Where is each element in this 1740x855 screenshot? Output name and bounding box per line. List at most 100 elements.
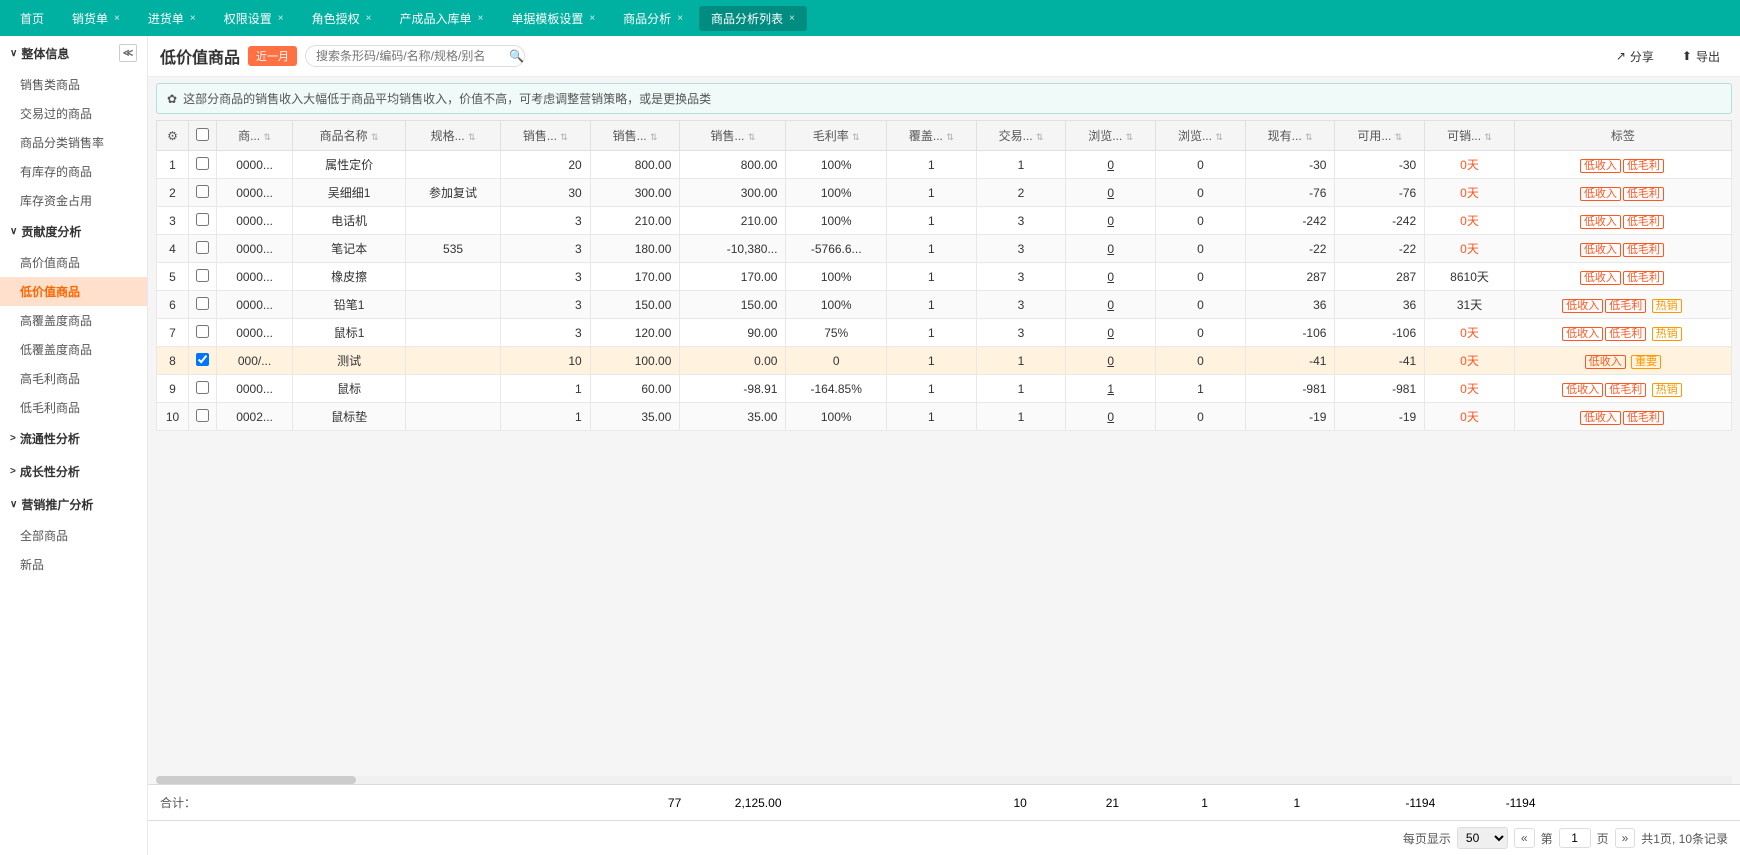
row-checkbox-2[interactable] bbox=[196, 185, 209, 198]
sidebar-item-stock-products[interactable]: 有库存的商品 bbox=[0, 157, 147, 186]
row-views1-2[interactable]: 0 bbox=[1066, 179, 1156, 207]
col-gross-rate[interactable]: 毛利率 ⇅ bbox=[786, 121, 887, 151]
row-views1-8[interactable]: 0 bbox=[1066, 347, 1156, 375]
nav-product-receipt[interactable]: 产成品入库单 × bbox=[387, 6, 495, 31]
nav-template-settings[interactable]: 单据模板设置 × bbox=[499, 6, 607, 31]
sidebar-item-traded-products[interactable]: 交易过的商品 bbox=[0, 99, 147, 128]
row-checkbox-9[interactable] bbox=[196, 381, 209, 394]
row-views1-5[interactable]: 0 bbox=[1066, 263, 1156, 291]
row-saleable-10: 0天 bbox=[1425, 403, 1515, 431]
col-settings[interactable]: ⚙ bbox=[157, 121, 189, 151]
row-checkbox-6[interactable] bbox=[196, 297, 209, 310]
horizontal-scrollbar[interactable] bbox=[156, 776, 1732, 784]
row-transactions-1: 1 bbox=[976, 151, 1066, 179]
row-checkbox-3[interactable] bbox=[196, 213, 209, 226]
nav-close-sales-order[interactable]: × bbox=[114, 13, 120, 24]
sidebar-item-stock-capital[interactable]: 库存资金占用 bbox=[0, 186, 147, 215]
export-button[interactable]: ⬆ 导出 bbox=[1674, 45, 1728, 68]
row-sales-amount-2: 300.00 bbox=[590, 179, 680, 207]
col-sales-cost[interactable]: 销售... ⇅ bbox=[680, 121, 786, 151]
nav-home[interactable]: 首页 bbox=[8, 6, 56, 31]
col-transactions[interactable]: 交易... ⇅ bbox=[976, 121, 1066, 151]
sidebar-item-low-coverage[interactable]: 低覆盖度商品 bbox=[0, 335, 147, 364]
sidebar-collapse-overall[interactable]: ≪ bbox=[119, 44, 137, 62]
row-checkbox-5[interactable] bbox=[196, 269, 209, 282]
nav-sales-order[interactable]: 销货单 × bbox=[60, 6, 132, 31]
nav-close-template-settings[interactable]: × bbox=[589, 13, 595, 24]
sidebar-item-high-margin[interactable]: 高毛利商品 bbox=[0, 364, 147, 393]
sidebar-group-overall[interactable]: ∨ 整体信息 ≪ bbox=[0, 36, 147, 70]
sidebar-item-all-products[interactable]: 全部商品 bbox=[0, 521, 147, 550]
row-transactions-4: 3 bbox=[976, 235, 1066, 263]
col-name[interactable]: 商品名称 ⇅ bbox=[293, 121, 406, 151]
row-checkbox-10[interactable] bbox=[196, 409, 209, 422]
col-sales-qty[interactable]: 销售... ⇅ bbox=[501, 121, 591, 151]
nav-close-permission[interactable]: × bbox=[278, 13, 284, 24]
nav-purchase-order[interactable]: 进货单 × bbox=[136, 6, 208, 31]
col-coverage[interactable]: 覆盖... ⇅ bbox=[886, 121, 976, 151]
select-all-checkbox[interactable] bbox=[196, 128, 209, 141]
sidebar-group-contribution[interactable]: ∨ 贡献度分析 bbox=[0, 215, 147, 248]
sidebar-item-category-rate[interactable]: 商品分类销售率 bbox=[0, 128, 147, 157]
sidebar-group-growth[interactable]: > 成长性分析 bbox=[0, 455, 147, 488]
per-page-select[interactable]: 50 100 200 bbox=[1457, 827, 1508, 849]
row-views1-6[interactable]: 0 bbox=[1066, 291, 1156, 319]
nav-permission[interactable]: 权限设置 × bbox=[212, 6, 296, 31]
col-views2[interactable]: 浏览... ⇅ bbox=[1156, 121, 1246, 151]
row-views1-4[interactable]: 0 bbox=[1066, 235, 1156, 263]
row-sales-qty-10: 1 bbox=[501, 403, 591, 431]
sidebar-group-marketing[interactable]: ∨ 营销推广分析 bbox=[0, 488, 147, 521]
share-button[interactable]: ↗ 分享 bbox=[1608, 45, 1662, 68]
period-tag[interactable]: 近一月 bbox=[248, 46, 297, 66]
first-page-button[interactable]: « bbox=[1514, 828, 1535, 848]
search-icon[interactable]: 🔍 bbox=[509, 49, 524, 63]
col-spec[interactable]: 规格... ⇅ bbox=[406, 121, 501, 151]
col-saleable[interactable]: 可销... ⇅ bbox=[1425, 121, 1515, 151]
nav-close-product-receipt[interactable]: × bbox=[477, 13, 483, 24]
sidebar-item-low-margin[interactable]: 低毛利商品 bbox=[0, 393, 147, 422]
sidebar-item-new-products[interactable]: 新品 bbox=[0, 550, 147, 579]
row-views2-1: 0 bbox=[1156, 151, 1246, 179]
col-checkbox[interactable] bbox=[189, 121, 217, 151]
page-number-input[interactable] bbox=[1559, 828, 1591, 848]
col-available[interactable]: 可用... ⇅ bbox=[1335, 121, 1425, 151]
row-checkbox-8[interactable] bbox=[196, 353, 209, 366]
row-tags-6: 低收入低毛利 热销 bbox=[1514, 291, 1731, 319]
info-bar: ✿ 这部分商品的销售收入大幅低于商品平均销售收入，价值不高，可考虑调整营销策略，… bbox=[156, 83, 1732, 114]
row-sales-qty-4: 3 bbox=[501, 235, 591, 263]
row-sales-qty-6: 3 bbox=[501, 291, 591, 319]
sidebar-item-sales-products[interactable]: 销售类商品 bbox=[0, 70, 147, 99]
row-checkbox-7[interactable] bbox=[196, 325, 209, 338]
sidebar-item-high-coverage[interactable]: 高覆盖度商品 bbox=[0, 306, 147, 335]
table-row: 8 000/... 测试 10 100.00 0.00 0 1 1 0 0 -4… bbox=[157, 347, 1732, 375]
next-page-button[interactable]: » bbox=[1615, 828, 1636, 848]
row-views1-10[interactable]: 0 bbox=[1066, 403, 1156, 431]
row-checkbox-4[interactable] bbox=[196, 241, 209, 254]
nav-close-product-analysis[interactable]: × bbox=[677, 13, 683, 24]
row-checkbox-1[interactable] bbox=[196, 157, 209, 170]
row-transactions-5: 3 bbox=[976, 263, 1066, 291]
sidebar-item-high-value[interactable]: 高价值商品 bbox=[0, 248, 147, 277]
col-views1[interactable]: 浏览... ⇅ bbox=[1066, 121, 1156, 151]
scrollbar-thumb[interactable] bbox=[156, 776, 356, 784]
nav-product-analysis-list[interactable]: 商品分析列表 × bbox=[699, 6, 807, 31]
nav-close-product-analysis-list[interactable]: × bbox=[789, 13, 795, 24]
table-container[interactable]: ⚙ 商... ⇅ 商品名称 ⇅ 规格... ⇅ 销售... ⇅ 销售... ⇅ … bbox=[156, 120, 1732, 776]
row-coverage-9: 1 bbox=[886, 375, 976, 403]
sidebar-group-flow[interactable]: > 流通性分析 bbox=[0, 422, 147, 455]
row-views1-1[interactable]: 0 bbox=[1066, 151, 1156, 179]
col-stock-now[interactable]: 现有... ⇅ bbox=[1245, 121, 1335, 151]
nav-role-auth[interactable]: 角色授权 × bbox=[300, 6, 384, 31]
row-views1-7[interactable]: 0 bbox=[1066, 319, 1156, 347]
nav-close-purchase-order[interactable]: × bbox=[190, 13, 196, 24]
nav-product-analysis[interactable]: 商品分析 × bbox=[611, 6, 695, 31]
row-views1-3[interactable]: 0 bbox=[1066, 207, 1156, 235]
search-input[interactable] bbox=[305, 45, 525, 67]
nav-close-role-auth[interactable]: × bbox=[366, 13, 372, 24]
col-code[interactable]: 商... ⇅ bbox=[217, 121, 293, 151]
row-views1-9[interactable]: 1 bbox=[1066, 375, 1156, 403]
row-views2-3: 0 bbox=[1156, 207, 1246, 235]
row-code-6: 0000... bbox=[217, 291, 293, 319]
col-sales-amount[interactable]: 销售... ⇅ bbox=[590, 121, 680, 151]
sidebar-item-low-value[interactable]: 低价值商品 bbox=[0, 277, 147, 306]
